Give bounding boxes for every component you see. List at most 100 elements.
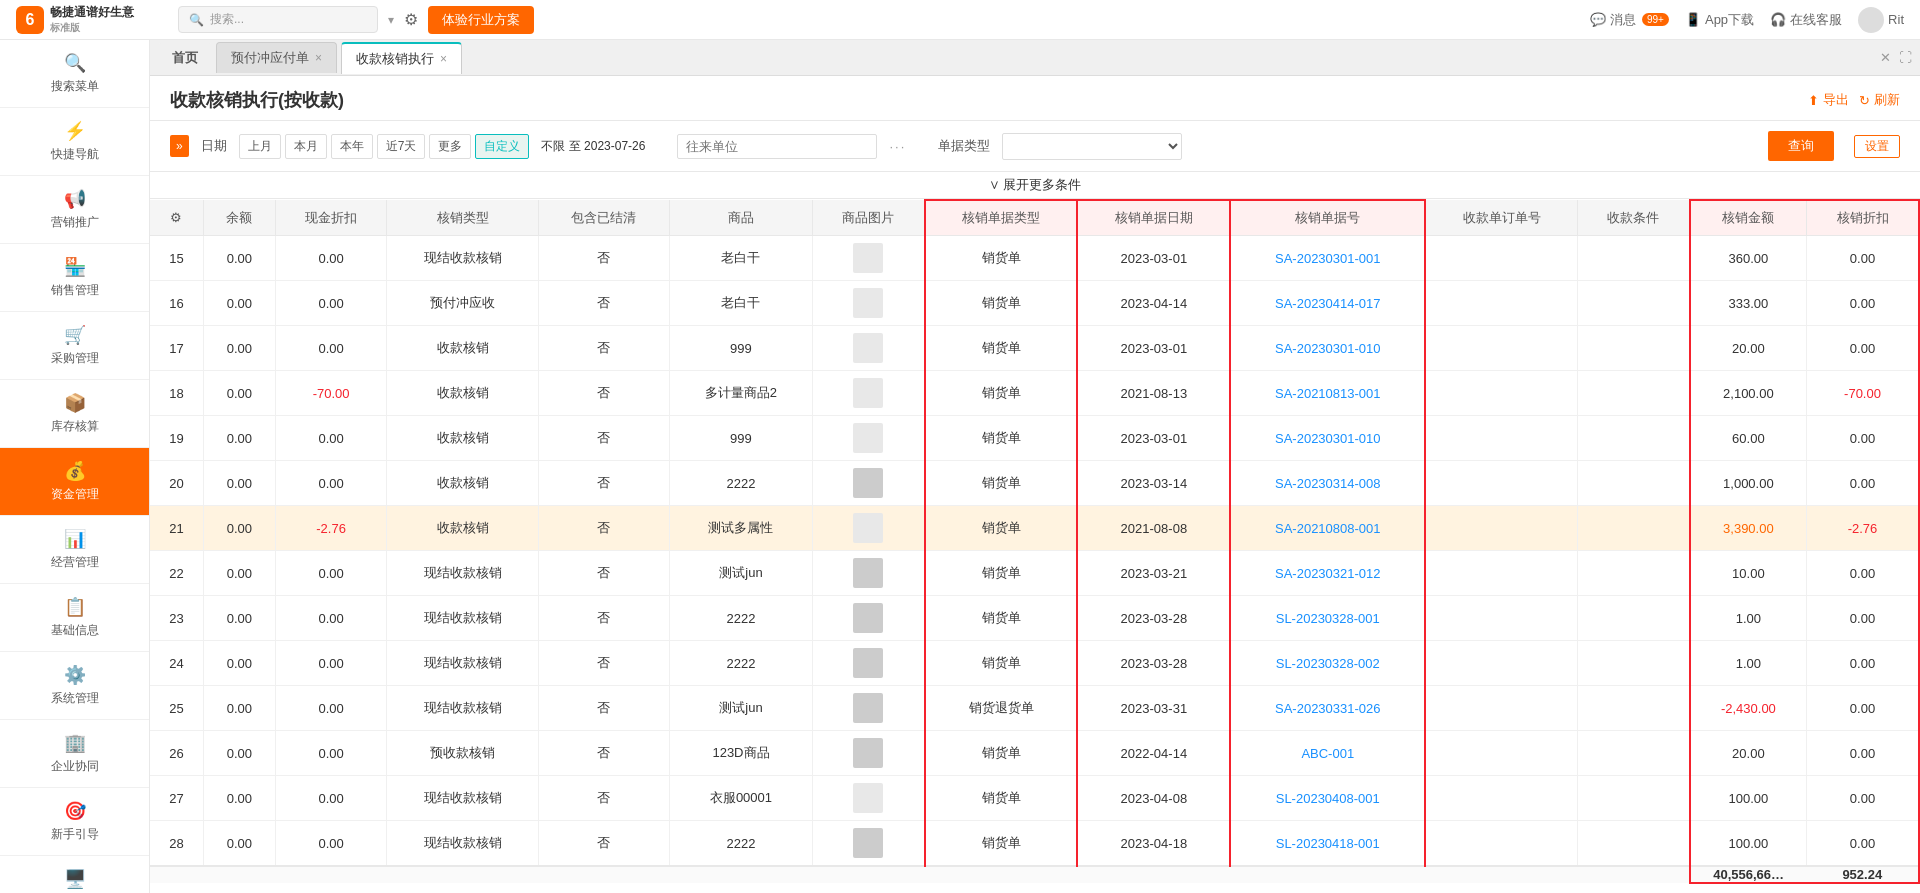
- table-row: 22 0.00 0.00 现结收款核销 否 测试jun 销货单 2023-03-…: [150, 551, 1919, 596]
- single-type-label: 单据类型: [938, 137, 990, 155]
- cell-bill-no[interactable]: SL-20230408-001: [1230, 776, 1425, 821]
- gear-icon[interactable]: ⚙: [404, 10, 418, 29]
- cell-goods: 2222: [670, 641, 813, 686]
- settings-btn[interactable]: 设置: [1854, 135, 1900, 158]
- bill-no-link[interactable]: SA-20230331-026: [1275, 701, 1381, 716]
- sidebar-item-system[interactable]: ⚙️ 系统管理: [0, 652, 149, 720]
- sidebar-item-smart-hw[interactable]: 🖥️ 智能硬件: [0, 856, 149, 893]
- filter-expand-btn[interactable]: »: [170, 135, 189, 157]
- cell-bill-no[interactable]: SL-20230328-001: [1230, 596, 1425, 641]
- cell-row-num: 16: [150, 281, 203, 326]
- cell-bill-date: 2023-03-28: [1077, 641, 1230, 686]
- partner-input[interactable]: [677, 134, 877, 159]
- sidebar-item-enterprise[interactable]: 🏢 企业协同: [0, 720, 149, 788]
- user-item[interactable]: Rit: [1858, 7, 1904, 33]
- cell-cash-discount: 0.00: [275, 686, 387, 731]
- expand-more-bar[interactable]: ∨ 展开更多条件: [150, 172, 1920, 199]
- refresh-btn[interactable]: ↻ 刷新: [1859, 91, 1900, 109]
- last-7-days-btn[interactable]: 近7天: [377, 134, 426, 159]
- query-btn[interactable]: 查询: [1768, 131, 1834, 161]
- tab-home[interactable]: 首页: [158, 43, 212, 73]
- table-row: 25 0.00 0.00 现结收款核销 否 测试jun 销货退货单 2023-0…: [150, 686, 1919, 731]
- sidebar-item-base[interactable]: 📋 基础信息: [0, 584, 149, 652]
- bill-no-link[interactable]: SA-20230321-012: [1275, 566, 1381, 581]
- sidebar-item-newbie[interactable]: 🎯 新手引导: [0, 788, 149, 856]
- cell-order-no: [1425, 776, 1577, 821]
- col-gear[interactable]: ⚙: [150, 200, 203, 236]
- bill-no-link[interactable]: SA-20230314-008: [1275, 476, 1381, 491]
- cell-bill-no[interactable]: SA-20230314-008: [1230, 461, 1425, 506]
- cell-amount: 2,100.00: [1690, 371, 1807, 416]
- cell-bill-no[interactable]: SA-20210813-001: [1230, 371, 1425, 416]
- cell-order-no: [1425, 821, 1577, 867]
- last-month-btn[interactable]: 上月: [239, 134, 281, 159]
- table-area[interactable]: ⚙ 余额 现金折扣 核销类型 包含已结清 商品 商品图片 核销单据类型 核销单据…: [150, 199, 1920, 893]
- sidebar-label-base: 基础信息: [51, 622, 99, 639]
- cell-bill-no[interactable]: SA-20230331-026: [1230, 686, 1425, 731]
- cell-bill-no[interactable]: SA-20210808-001: [1230, 506, 1425, 551]
- window-close-icon[interactable]: ✕: [1880, 50, 1891, 65]
- cell-order-no: [1425, 326, 1577, 371]
- date-range-display: 不限 至 2023-07-26: [541, 138, 645, 155]
- message-item[interactable]: 💬 消息 99+: [1590, 11, 1669, 29]
- cell-goods-img: [812, 821, 924, 867]
- bill-no-link[interactable]: SA-20230301-010: [1275, 431, 1381, 446]
- cell-verify-type: 现结收款核销: [387, 596, 538, 641]
- sidebar-item-ops[interactable]: 📊 经营管理: [0, 516, 149, 584]
- bill-no-link[interactable]: SA-20210808-001: [1275, 521, 1381, 536]
- sidebar-item-search-menu[interactable]: 🔍 搜索菜单: [0, 40, 149, 108]
- cell-bill-no[interactable]: SA-20230321-012: [1230, 551, 1425, 596]
- top-search[interactable]: 🔍 搜索...: [178, 6, 378, 33]
- trial-btn[interactable]: 体验行业方案: [428, 6, 534, 34]
- tab-prepay-label: 预付冲应付单: [231, 49, 309, 67]
- cell-bill-no[interactable]: SL-20230328-002: [1230, 641, 1425, 686]
- tab-prepay[interactable]: 预付冲应付单 ×: [216, 42, 337, 73]
- bill-no-link[interactable]: SA-20210813-001: [1275, 386, 1381, 401]
- cell-bill-no[interactable]: SA-20230301-010: [1230, 326, 1425, 371]
- this-year-btn[interactable]: 本年: [331, 134, 373, 159]
- this-month-btn[interactable]: 本月: [285, 134, 327, 159]
- bill-no-link[interactable]: ABC-001: [1301, 746, 1354, 761]
- export-btn[interactable]: ⬆ 导出: [1808, 91, 1849, 109]
- cell-bill-no[interactable]: SL-20230418-001: [1230, 821, 1425, 867]
- sidebar-item-quick-nav[interactable]: ⚡ 快捷导航: [0, 108, 149, 176]
- custom-date-btn[interactable]: 自定义: [475, 134, 529, 159]
- bill-no-link[interactable]: SL-20230408-001: [1276, 791, 1380, 806]
- app-download-item[interactable]: 📱 App下载: [1685, 11, 1754, 29]
- sidebar-label-sales: 销售管理: [51, 282, 99, 299]
- tab-collect-exec[interactable]: 收款核销执行 ×: [341, 42, 462, 74]
- sidebar-item-marketing[interactable]: 📢 营销推广: [0, 176, 149, 244]
- bill-no-link[interactable]: SA-20230414-017: [1275, 296, 1381, 311]
- cell-bill-no[interactable]: SA-20230414-017: [1230, 281, 1425, 326]
- window-expand-icon[interactable]: ⛶: [1899, 50, 1912, 65]
- cell-cash-discount: -2.76: [275, 506, 387, 551]
- cell-bill-no[interactable]: SA-20230301-010: [1230, 416, 1425, 461]
- cell-bill-no[interactable]: ABC-001: [1230, 731, 1425, 776]
- tab-collect-exec-close-icon[interactable]: ×: [440, 52, 447, 66]
- sidebar-item-capital[interactable]: 💰 资金管理: [0, 448, 149, 516]
- cell-goods-img: [812, 731, 924, 776]
- sidebar-item-sales[interactable]: 🏪 销售管理: [0, 244, 149, 312]
- col-balance: 余额: [203, 200, 275, 236]
- cell-condition: [1577, 596, 1689, 641]
- cell-order-no: [1425, 281, 1577, 326]
- bill-no-link[interactable]: SL-20230328-001: [1276, 611, 1380, 626]
- cell-bill-type: 销货单: [925, 731, 1078, 776]
- tab-prepay-close-icon[interactable]: ×: [315, 51, 322, 65]
- online-service-item[interactable]: 🎧 在线客服: [1770, 11, 1842, 29]
- sidebar-item-inventory[interactable]: 📦 库存核算: [0, 380, 149, 448]
- bill-no-link[interactable]: SA-20230301-001: [1275, 251, 1381, 266]
- more-date-btn[interactable]: 更多: [429, 134, 471, 159]
- search-icon: 🔍: [189, 13, 204, 27]
- footer-discount-total: 952.24: [1807, 866, 1919, 883]
- dropdown-arrow-icon[interactable]: ▾: [388, 13, 394, 27]
- single-type-select[interactable]: [1002, 133, 1182, 160]
- cell-bill-no[interactable]: SA-20230301-001: [1230, 236, 1425, 281]
- bill-no-link[interactable]: SA-20230301-010: [1275, 341, 1381, 356]
- cell-goods-img: [812, 416, 924, 461]
- bill-no-link[interactable]: SL-20230418-001: [1276, 836, 1380, 851]
- bill-no-link[interactable]: SL-20230328-002: [1276, 656, 1380, 671]
- sidebar-item-purchase[interactable]: 🛒 采购管理: [0, 312, 149, 380]
- cell-goods-img: [812, 686, 924, 731]
- message-label: 消息: [1610, 11, 1636, 29]
